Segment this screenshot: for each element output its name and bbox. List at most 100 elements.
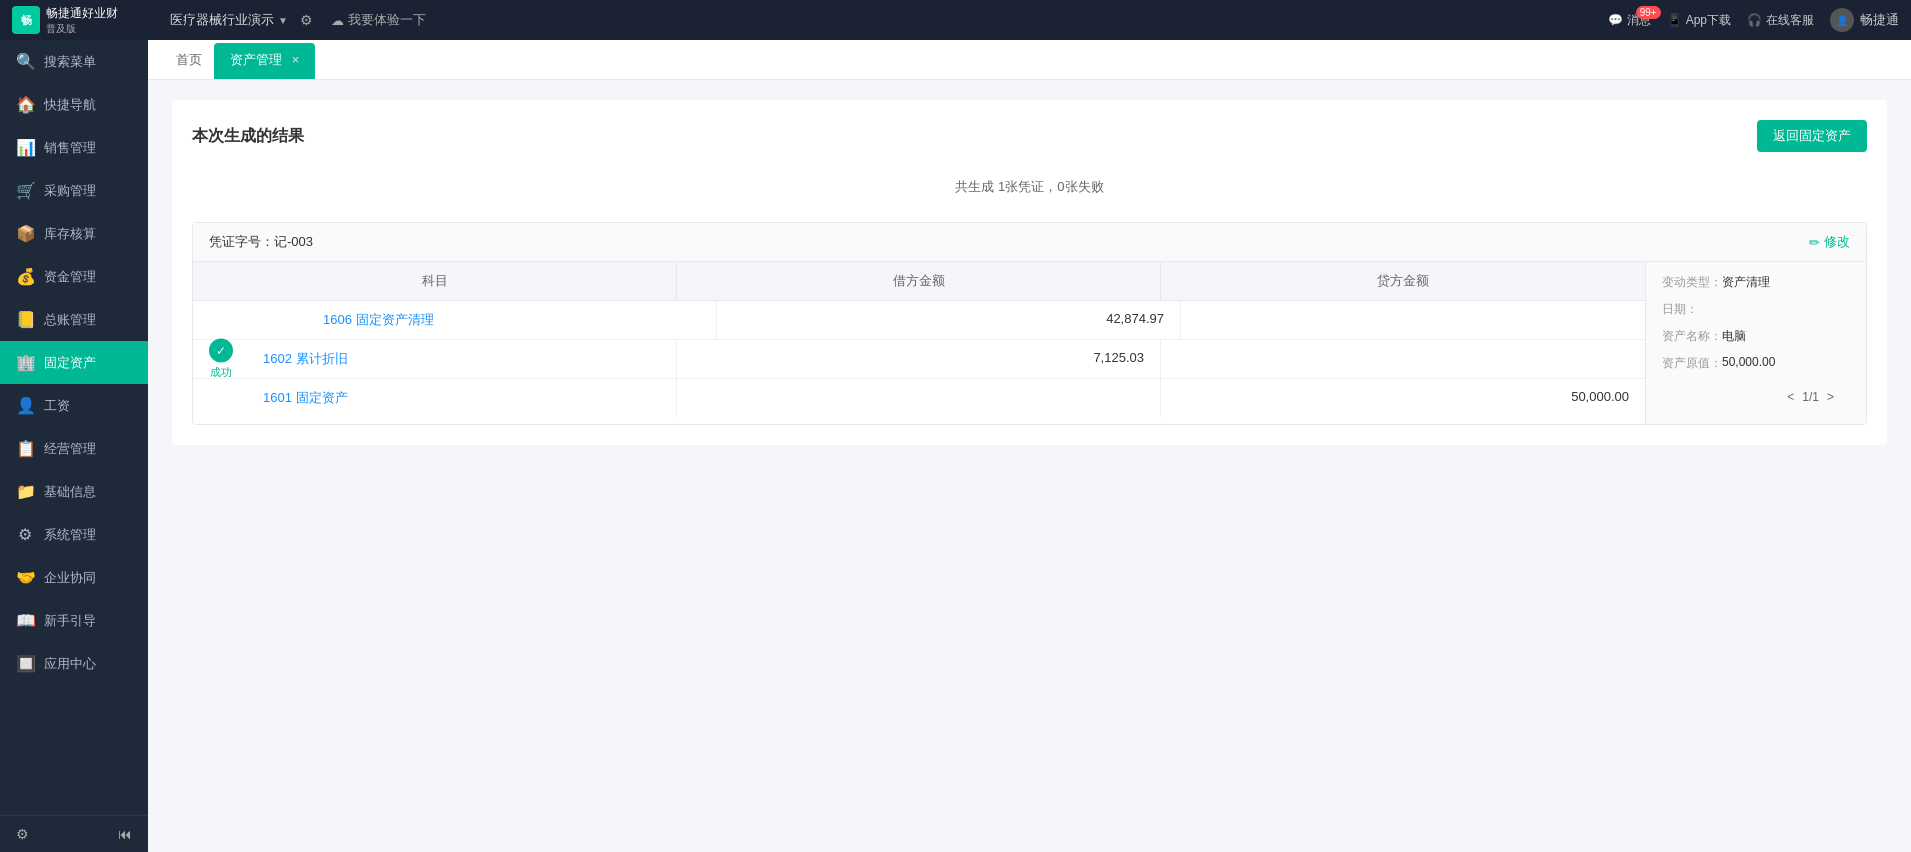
return-button[interactable]: 返回固定资产 — [1757, 120, 1867, 152]
sidebar-icon-quick-nav: 🏠 — [16, 95, 34, 114]
logo-area: 畅 畅捷通好业财 普及版 — [12, 5, 160, 36]
asset-name-row: 资产名称： 电脑 — [1662, 328, 1850, 345]
asset-name-value: 电脑 — [1722, 328, 1746, 345]
sidebar-icon-sales: 📊 — [16, 138, 34, 157]
message-button[interactable]: 💬 消息 99+ — [1608, 12, 1651, 29]
sidebar-item-system[interactable]: ⚙ 系统管理 — [0, 513, 148, 556]
sidebar-item-search[interactable]: 🔍 搜索菜单 — [0, 40, 148, 83]
sidebar-label-payroll: 工资 — [44, 397, 70, 415]
sidebar-label-app-center: 应用中心 — [44, 655, 96, 673]
date-label: 日期： — [1662, 301, 1722, 318]
logo-sub: 普及版 — [46, 22, 118, 36]
sidebar-label-enterprise: 企业协同 — [44, 569, 96, 587]
user-area[interactable]: 👤 畅捷通 — [1830, 8, 1899, 32]
cloud-icon: ☁ — [331, 13, 344, 28]
sidebar-item-inventory[interactable]: 📦 库存核算 — [0, 212, 148, 255]
sidebar-icon-fixed-assets: 🏢 — [16, 353, 34, 372]
pagination-next[interactable]: > — [1827, 390, 1834, 404]
sidebar-item-ledger[interactable]: 📒 总账管理 — [0, 298, 148, 341]
sidebar-item-purchase[interactable]: 🛒 采购管理 — [0, 169, 148, 212]
asset-name-label: 资产名称： — [1662, 328, 1722, 345]
success-icon: ✓ — [209, 339, 233, 363]
table-row: 1602 累计折旧 7,125.03 — [193, 340, 1645, 379]
avatar: 👤 — [1830, 8, 1854, 32]
tab-home[interactable]: 首页 — [164, 43, 214, 79]
sidebar-icon-ledger: 📒 — [16, 310, 34, 329]
debit-3 — [677, 379, 1161, 417]
summary-line: 共生成 1张凭证，0张失败 — [192, 168, 1867, 206]
sidebar-icon-capital: 💰 — [16, 267, 34, 286]
sidebar-item-enterprise[interactable]: 🤝 企业协同 — [0, 556, 148, 599]
company-name: 医疗器械行业演示 — [170, 11, 274, 29]
sidebar-icon-enterprise: 🤝 — [16, 568, 34, 587]
tab-asset-management[interactable]: 资产管理 × — [214, 43, 315, 79]
sidebar-bottom: ⚙ ⏮ — [0, 815, 148, 852]
chevron-down-icon: ▼ — [278, 15, 288, 26]
edit-button[interactable]: ✏ 修改 — [1809, 233, 1850, 251]
app-download-label: App下载 — [1686, 12, 1731, 29]
company-selector[interactable]: 医疗器械行业演示 ▼ — [170, 11, 288, 29]
logo-icon: 畅 — [12, 6, 40, 34]
sidebar-item-guide[interactable]: 📖 新手引导 — [0, 599, 148, 642]
voucher-header-row: 凭证字号：记-003 ✏ 修改 — [193, 223, 1866, 262]
sidebar-item-app-center[interactable]: 🔲 应用中心 — [0, 642, 148, 685]
sidebar-label-quick-nav: 快捷导航 — [44, 96, 96, 114]
sidebar-icon-payroll: 👤 — [16, 396, 34, 415]
tab-asset-label: 资产管理 — [230, 52, 282, 67]
pagination-info: 1/1 — [1802, 390, 1819, 404]
table-header: 科目 借方金额 贷方金额 — [193, 262, 1645, 301]
table-row: 1601 固定资产 50,000.00 — [193, 379, 1645, 417]
sidebar-item-quick-nav[interactable]: 🏠 快捷导航 — [0, 83, 148, 126]
sidebar-icon-guide: 📖 — [16, 611, 34, 630]
sidebar-item-sales[interactable]: 📊 销售管理 — [0, 126, 148, 169]
collapse-icon[interactable]: ⏮ — [118, 826, 132, 842]
edit-icon: ✏ — [1809, 235, 1820, 250]
username: 畅捷通 — [1860, 11, 1899, 29]
sidebar-item-basic-info[interactable]: 📁 基础信息 — [0, 470, 148, 513]
asset-value-value: 50,000.00 — [1722, 355, 1775, 372]
voucher-number: 凭证字号：记-003 — [209, 233, 313, 251]
settings-bottom-icon[interactable]: ⚙ — [16, 826, 29, 842]
sidebar-item-operations[interactable]: 📋 经营管理 — [0, 427, 148, 470]
main-layout: 🔍 搜索菜单 🏠 快捷导航 📊 销售管理 🛒 采购管理 📦 库存核算 💰 资金管… — [0, 40, 1911, 852]
sidebar-item-capital[interactable]: 💰 资金管理 — [0, 255, 148, 298]
top-header: 畅 畅捷通好业财 普及版 医疗器械行业演示 ▼ ⚙ ☁ 我要体验一下 💬 消息 … — [0, 0, 1911, 40]
detail-panel: 变动类型： 资产清理 日期： 资产名称： 电脑 — [1646, 262, 1866, 424]
sidebar-icon-operations: 📋 — [16, 439, 34, 458]
app-download-button[interactable]: 📱 App下载 — [1667, 12, 1731, 29]
experience-button[interactable]: ☁ 我要体验一下 — [331, 11, 426, 29]
sidebar-label-sales: 销售管理 — [44, 139, 96, 157]
online-service-button[interactable]: 🎧 在线客服 — [1747, 12, 1814, 29]
content-area: 首页 资产管理 × 本次生成的结果 返回固定资产 共生成 1张凭证，0张失败 — [148, 40, 1911, 852]
tab-bar: 首页 资产管理 × — [148, 40, 1911, 80]
sidebar-label-basic-info: 基础信息 — [44, 483, 96, 501]
asset-value-label: 资产原值： — [1662, 355, 1722, 372]
table-row: 1606 固定资产清理 42,874.97 — [193, 301, 1645, 340]
voucher-body: 科目 借方金额 贷方金额 ✓ 成功 — [193, 262, 1866, 424]
sidebar-label-fixed-assets: 固定资产 — [44, 354, 96, 372]
sidebar-label-purchase: 采购管理 — [44, 182, 96, 200]
col-debit: 借方金额 — [677, 262, 1161, 300]
subject-1: 1606 固定资产清理 — [253, 301, 717, 339]
headset-icon: 🎧 — [1747, 13, 1762, 27]
credit-3: 50,000.00 — [1161, 379, 1645, 417]
tab-close-icon[interactable]: × — [292, 52, 300, 67]
page-title: 本次生成的结果 — [192, 126, 304, 147]
sidebar-icon-search: 🔍 — [16, 52, 34, 71]
sidebar-label-inventory: 库存核算 — [44, 225, 96, 243]
pagination-prev[interactable]: < — [1787, 390, 1794, 404]
subject-3: 1601 固定资产 — [193, 379, 677, 417]
credit-1 — [1181, 301, 1645, 339]
online-service-label: 在线客服 — [1766, 12, 1814, 29]
sidebar-item-payroll[interactable]: 👤 工资 — [0, 384, 148, 427]
voucher-table: 科目 借方金额 贷方金额 ✓ 成功 — [193, 262, 1646, 424]
sidebar-label-search: 搜索菜单 — [44, 53, 96, 71]
panel-header: 本次生成的结果 返回固定资产 — [192, 120, 1867, 152]
change-type-label: 变动类型： — [1662, 274, 1722, 291]
sidebar-item-fixed-assets[interactable]: 🏢 固定资产 — [0, 341, 148, 384]
voucher-card: 凭证字号：记-003 ✏ 修改 科目 借方金额 贷方金额 — [192, 222, 1867, 425]
sidebar-label-capital: 资金管理 — [44, 268, 96, 286]
asset-value-row: 资产原值： 50,000.00 — [1662, 355, 1850, 372]
sidebar-label-system: 系统管理 — [44, 526, 96, 544]
settings-icon[interactable]: ⚙ — [300, 12, 313, 28]
